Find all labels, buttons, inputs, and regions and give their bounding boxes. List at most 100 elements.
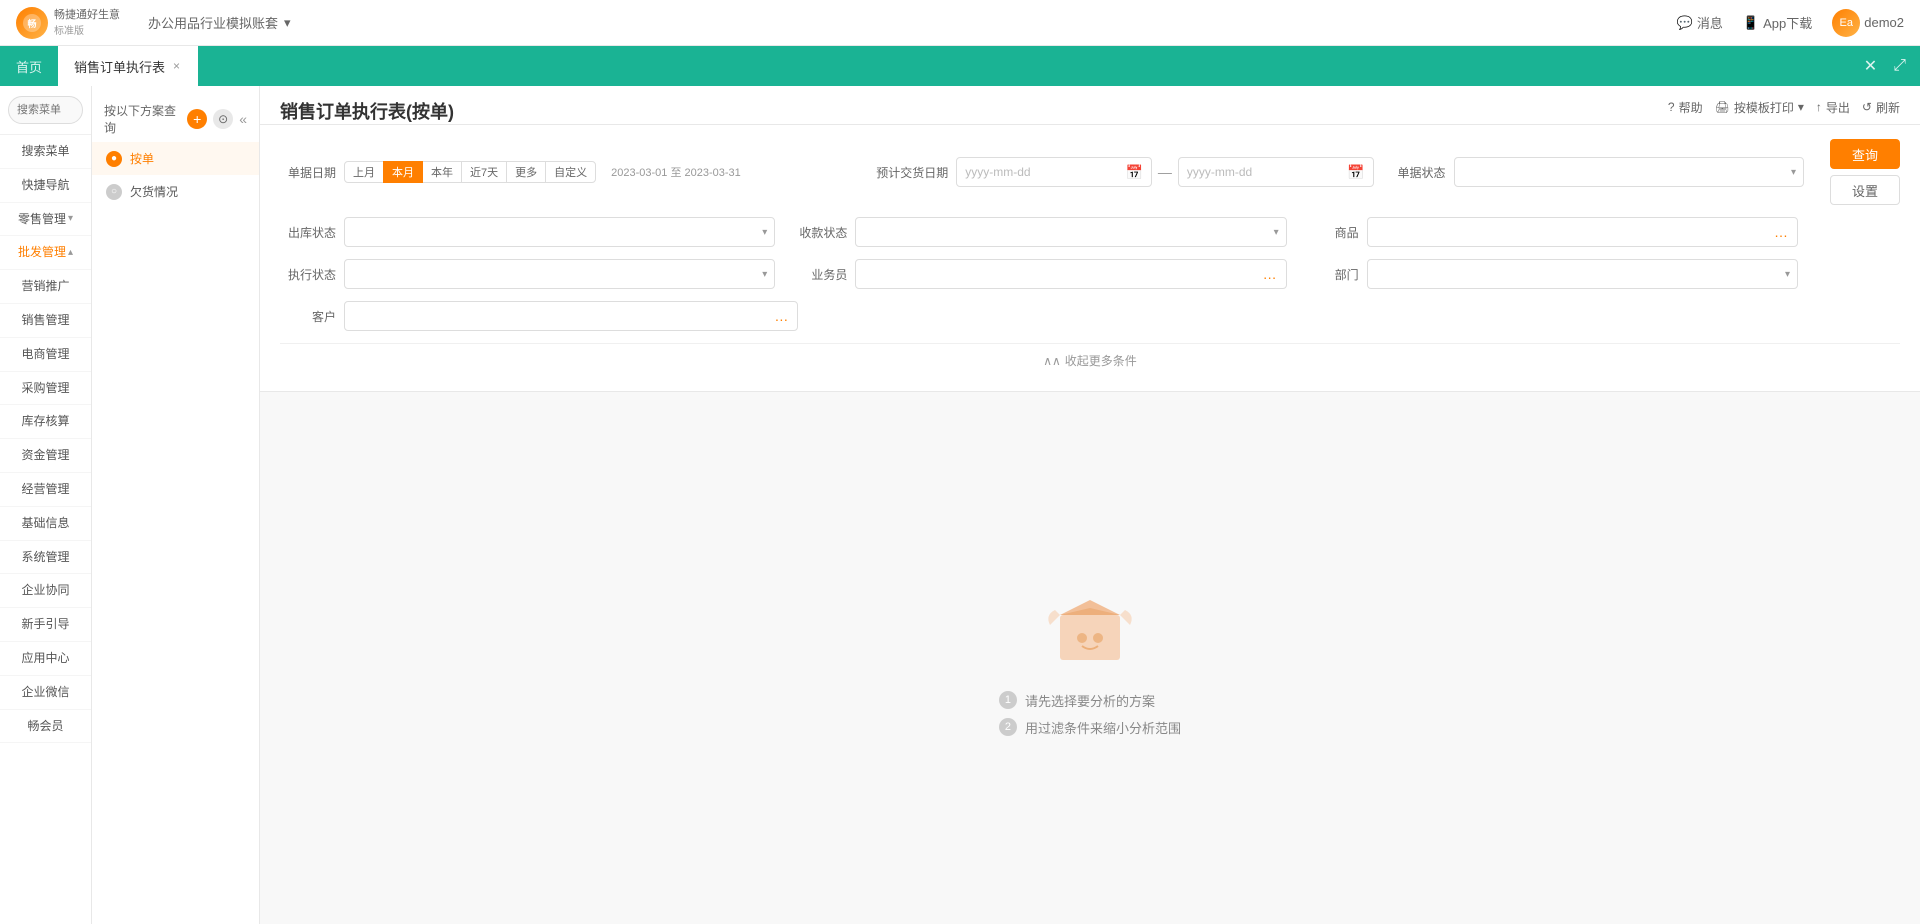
filter-shortage-icon: ○	[106, 184, 122, 200]
empty-state: 1 请先选择要分析的方案 2 用过滤条件来缩小分析范围	[260, 392, 1920, 924]
date-tab-more[interactable]: 更多	[506, 161, 546, 183]
collapse-up-icon: ∧∧	[1043, 354, 1061, 368]
refresh-icon: ↺	[1862, 100, 1872, 114]
message-btn[interactable]: 💬 消息	[1677, 13, 1723, 32]
tab-sales-order[interactable]: 销售订单执行表 ×	[58, 46, 198, 86]
header-title[interactable]: 办公用品行业模拟账套 ▾	[148, 13, 291, 32]
sidebar-search-area	[0, 86, 91, 135]
sidebar-item-marketing[interactable]: 营销推广	[0, 270, 91, 304]
empty-illustration	[1040, 580, 1140, 675]
sidebar-item-system[interactable]: 系统管理	[0, 541, 91, 575]
empty-svg	[1040, 580, 1140, 670]
sidebar-item-enterprise[interactable]: 企业协同	[0, 574, 91, 608]
exec-label: 执行状态	[280, 266, 336, 283]
customer-ellipsis-btn[interactable]: …	[774, 308, 789, 324]
exec-select[interactable]	[344, 259, 775, 289]
date-tab-last-month[interactable]: 上月	[344, 161, 384, 183]
sidebar-item-basic-info[interactable]: 基础信息	[0, 507, 91, 541]
search-area: 单据日期 上月 本月 本年 近7天 更多 自定义 2023-03-01 至 20…	[260, 125, 1920, 392]
sidebar-item-sales[interactable]: 销售管理	[0, 304, 91, 338]
empty-step-2: 2 用过滤条件来缩小分析范围	[999, 718, 1181, 737]
expected-date-end-placeholder: yyyy-mm-dd	[1187, 165, 1252, 179]
sidebar-item-wholesale[interactable]: 批发管理 ▴	[0, 236, 91, 270]
collapse-row: ∧∧ 收起更多条件	[280, 343, 1900, 377]
dept-field: 部门 ▾	[1303, 259, 1798, 289]
receive-select[interactable]	[855, 217, 1286, 247]
step-2-text: 用过滤条件来缩小分析范围	[1025, 718, 1181, 737]
dept-select-wrapper: ▾	[1367, 259, 1798, 289]
expected-date-range: yyyy-mm-dd 📅 — yyyy-mm-dd 📅	[956, 157, 1373, 187]
refresh-btn[interactable]: ↺ 刷新	[1862, 99, 1900, 116]
step-1-text: 请先选择要分析的方案	[1025, 691, 1155, 710]
sidebar-item-quick-nav[interactable]: 快捷导航	[0, 169, 91, 203]
header-right: 💬 消息 📱 App下载 Ea demo2	[1677, 9, 1904, 37]
filter-item-shortage[interactable]: ○ 欠货情况	[92, 175, 259, 208]
filter-edit-btn[interactable]: ⊙	[213, 109, 233, 129]
sidebar-item-ecommerce[interactable]: 电商管理	[0, 338, 91, 372]
filter-collapse-btn[interactable]: «	[239, 111, 247, 127]
sidebar-item-inventory[interactable]: 库存核算	[0, 405, 91, 439]
sidebar-item-operations[interactable]: 经营管理	[0, 473, 91, 507]
message-label: 消息	[1697, 13, 1723, 32]
sidebar-item-finance[interactable]: 资金管理	[0, 439, 91, 473]
filter-panel-actions: + ⊙ «	[187, 109, 247, 129]
filter-item-single[interactable]: ● 按单	[92, 142, 259, 175]
tab-close-icon[interactable]: ×	[171, 57, 182, 75]
main-container: 搜索菜单 快捷导航 零售管理 ▾ 批发管理 ▴ 营销推广 销售管理 电商管理 采…	[0, 86, 1920, 924]
sidebar-item-retail[interactable]: 零售管理 ▾	[0, 203, 91, 237]
salesman-ellipsis-btn[interactable]: …	[1263, 266, 1278, 282]
filter-add-btn[interactable]: +	[187, 109, 207, 129]
help-icon: ?	[1668, 100, 1675, 114]
setting-button[interactable]: 设置	[1830, 175, 1900, 205]
print-dropdown-icon: ▾	[1798, 100, 1804, 114]
dept-select[interactable]	[1367, 259, 1798, 289]
print-btn[interactable]: 🖨 按模板打印 ▾	[1715, 99, 1804, 116]
receive-field: 收款状态 ▾	[791, 217, 1286, 247]
sidebar-item-member[interactable]: 畅会员	[0, 710, 91, 744]
logo-area: 畅 畅捷通好生意 标准版	[16, 7, 120, 39]
help-btn[interactable]: ? 帮助	[1668, 99, 1703, 116]
status-select[interactable]	[1454, 157, 1804, 187]
search-button[interactable]: 查询	[1830, 139, 1900, 169]
logo-icon: 畅	[16, 7, 48, 39]
date-tab-custom[interactable]: 自定义	[545, 161, 596, 183]
tab-close-window-btn[interactable]: ✕	[1858, 52, 1883, 80]
outstock-select[interactable]	[344, 217, 775, 247]
empty-text-list: 1 请先选择要分析的方案 2 用过滤条件来缩小分析范围	[999, 691, 1181, 737]
filter-shortage-label: 欠货情况	[130, 183, 178, 200]
wholesale-expand-icon: ▴	[68, 246, 73, 260]
tab-expand-btn[interactable]: ⤢	[1887, 53, 1912, 79]
date-tab-this-year[interactable]: 本年	[422, 161, 462, 183]
filter-panel-title: 按以下方案查询	[104, 102, 187, 136]
sidebar-item-app-center[interactable]: 应用中心	[0, 642, 91, 676]
app-download-btn[interactable]: 📱 App下载	[1743, 13, 1812, 32]
export-label: 导出	[1826, 99, 1850, 116]
page-header-actions: ? 帮助 🖨 按模板打印 ▾ ↑ 导出 ↺ 刷新	[1668, 99, 1900, 124]
sidebar-search-input[interactable]	[8, 96, 83, 124]
search-row-4: 客户 …	[280, 301, 1900, 331]
expected-date-start[interactable]: yyyy-mm-dd 📅	[956, 157, 1152, 187]
search-row-2: 出库状态 ▾ 收款状态	[280, 217, 1900, 247]
date-tab-this-month[interactable]: 本月	[383, 161, 423, 183]
sidebar-item-purchase[interactable]: 采购管理	[0, 372, 91, 406]
goods-ellipsis-btn[interactable]: …	[1774, 224, 1789, 240]
user-initial: Ea	[1840, 17, 1853, 29]
date-tabs: 上月 本月 本年 近7天 更多 自定义	[344, 161, 595, 183]
expected-date-end[interactable]: yyyy-mm-dd 📅	[1178, 157, 1374, 187]
collapse-button[interactable]: ∧∧ 收起更多条件	[1043, 352, 1137, 369]
outstock-label: 出库状态	[280, 224, 336, 241]
export-btn[interactable]: ↑ 导出	[1816, 99, 1850, 116]
date-tab-7days[interactable]: 近7天	[461, 161, 507, 183]
sidebar-item-search-menu[interactable]: 搜索菜单	[0, 135, 91, 169]
tab-home[interactable]: 首页	[0, 46, 58, 86]
search-row-1: 单据日期 上月 本月 本年 近7天 更多 自定义 2023-03-01 至 20…	[280, 139, 1900, 205]
receive-select-wrapper: ▾	[855, 217, 1286, 247]
refresh-label: 刷新	[1876, 99, 1900, 116]
retail-expand-icon: ▾	[68, 212, 73, 226]
sidebar-item-newbie[interactable]: 新手引导	[0, 608, 91, 642]
tab-home-label: 首页	[16, 57, 42, 76]
goods-field: 商品 …	[1303, 217, 1798, 247]
user-area[interactable]: Ea demo2	[1832, 9, 1904, 37]
sidebar-item-wechat[interactable]: 企业微信	[0, 676, 91, 710]
header-dropdown-icon[interactable]: ▾	[284, 15, 291, 31]
